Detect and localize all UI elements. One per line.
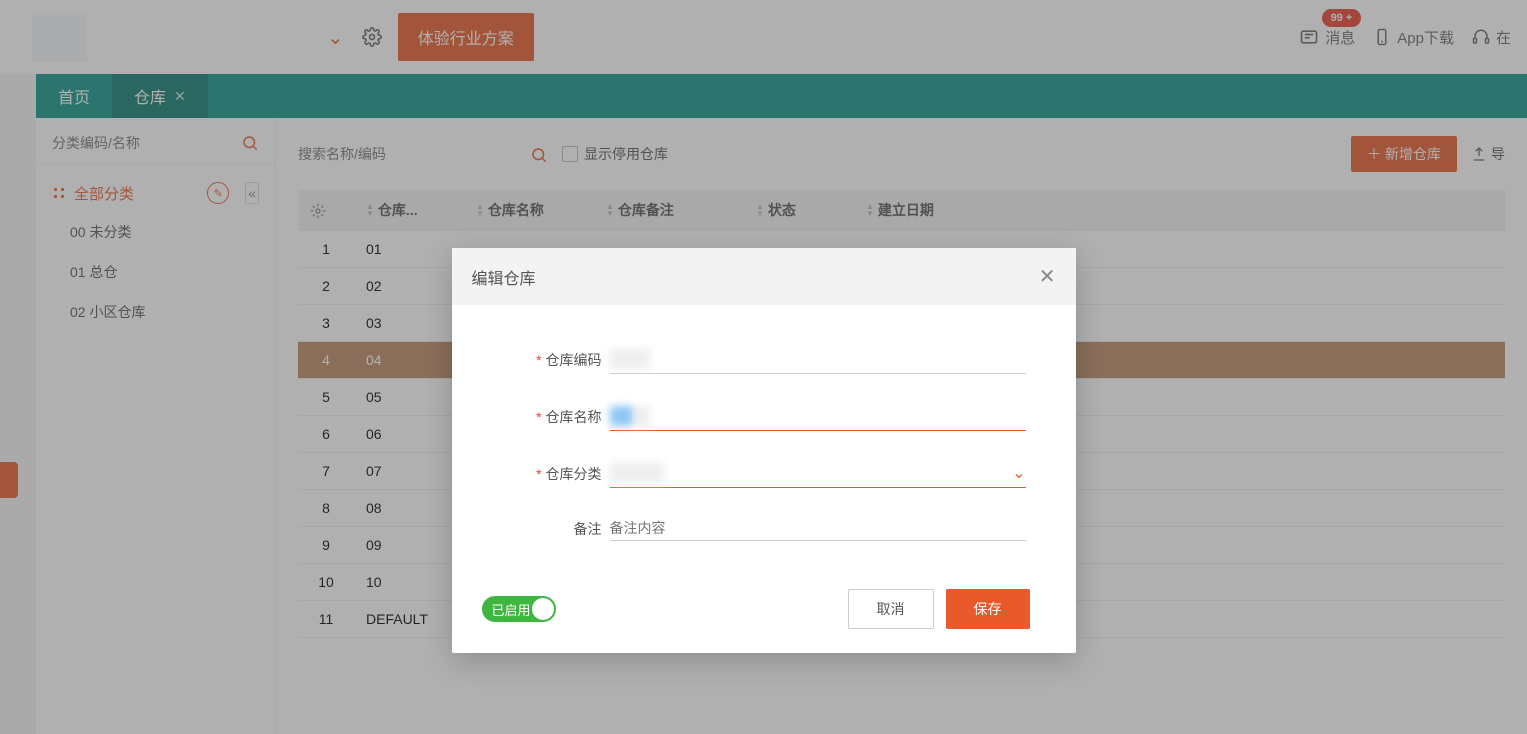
warehouse-note-input[interactable] — [610, 516, 1026, 541]
field-label-note: 备注 — [502, 519, 602, 539]
modal-overlay: 编辑仓库 ✕ 仓库编码 仓库名称 仓库分类 ⌄ 备注 — [0, 0, 1527, 734]
edit-warehouse-modal: 编辑仓库 ✕ 仓库编码 仓库名称 仓库分类 ⌄ 备注 — [452, 248, 1076, 653]
enabled-toggle[interactable]: 已启用 — [482, 596, 556, 622]
close-icon[interactable]: ✕ — [1039, 264, 1056, 289]
cancel-button[interactable]: 取消 — [848, 589, 934, 629]
warehouse-code-input[interactable] — [610, 345, 1026, 374]
toggle-label: 已启用 — [492, 600, 531, 619]
toggle-knob — [532, 598, 554, 620]
warehouse-category-select[interactable]: ⌄ — [610, 459, 1026, 488]
field-label-code: 仓库编码 — [502, 350, 602, 370]
field-label-name: 仓库名称 — [502, 407, 602, 427]
chevron-down-icon: ⌄ — [1012, 463, 1025, 483]
modal-title: 编辑仓库 — [472, 265, 536, 289]
warehouse-name-input[interactable] — [610, 402, 1026, 431]
save-button[interactable]: 保存 — [946, 589, 1030, 629]
field-label-category: 仓库分类 — [502, 464, 602, 484]
modal-header: 编辑仓库 ✕ — [452, 248, 1076, 305]
note-input[interactable] — [610, 520, 1026, 536]
